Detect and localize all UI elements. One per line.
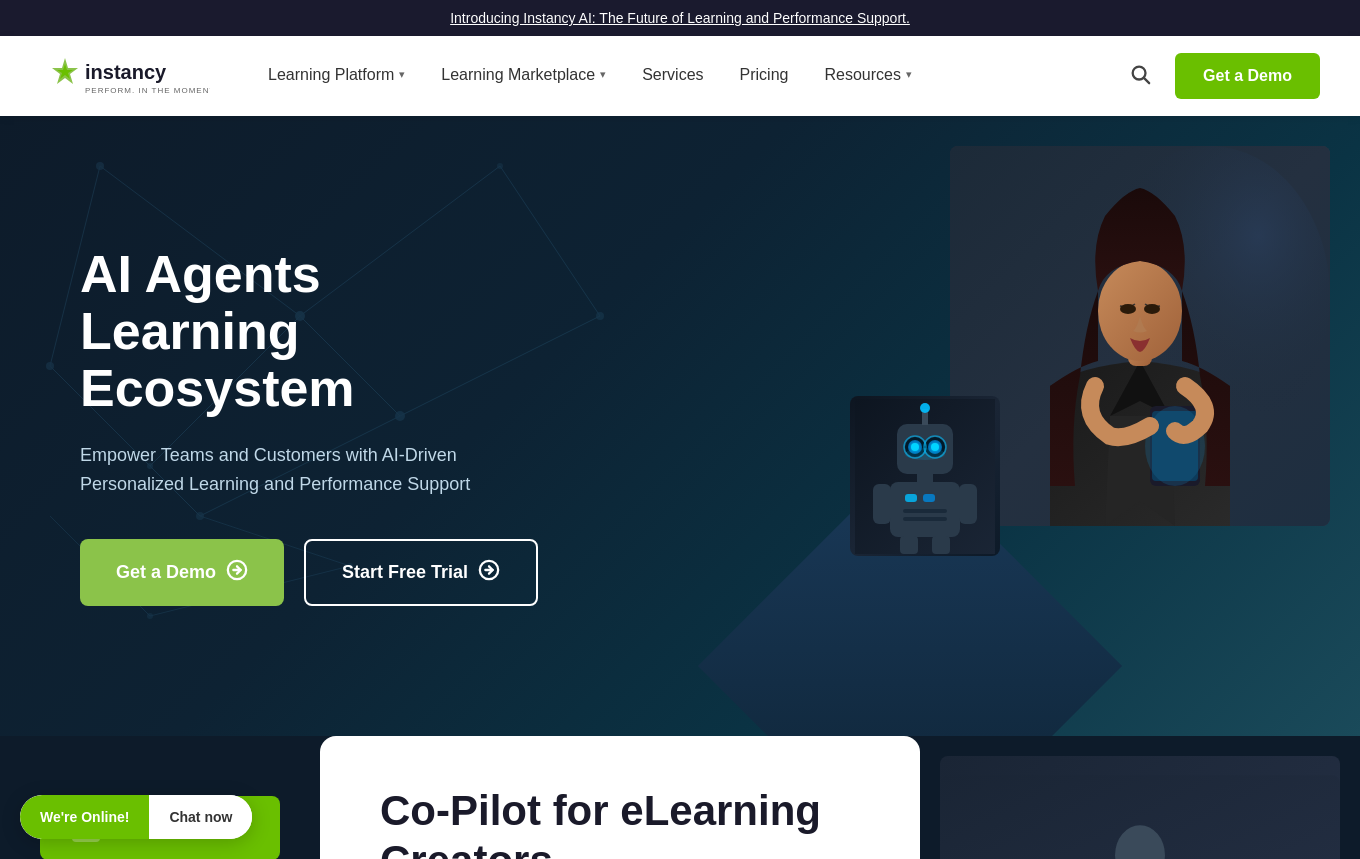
chevron-down-icon: ▾ <box>399 68 405 81</box>
svg-line-5 <box>1144 78 1149 83</box>
nav-resources[interactable]: Resources ▾ <box>806 36 929 116</box>
hero-get-demo-button[interactable]: Get a Demo <box>80 539 284 606</box>
svg-text:PERFORM. IN THE MOMENT: PERFORM. IN THE MOMENT <box>85 86 210 95</box>
svg-rect-54 <box>917 473 933 483</box>
chat-bar: We're Online! Chat now <box>20 795 252 839</box>
hero-buttons: Get a Demo Start Free Trial <box>80 539 540 606</box>
hero-title: AI Agents Learning Ecosystem <box>80 246 540 418</box>
svg-text:instancy: instancy <box>85 61 167 83</box>
svg-point-37 <box>1120 304 1136 314</box>
svg-rect-58 <box>903 509 947 513</box>
search-button[interactable] <box>1121 55 1159 98</box>
nav-learning-platform[interactable]: Learning Platform ▾ <box>250 36 423 116</box>
chevron-down-icon: ▾ <box>600 68 606 81</box>
hero-image-area <box>930 146 1360 566</box>
svg-rect-62 <box>900 536 918 554</box>
hero-subtitle: Empower Teams and Customers with AI-Driv… <box>80 441 540 499</box>
nav-right: Get a Demo <box>1121 53 1320 99</box>
logo[interactable]: instancy PERFORM. IN THE MOMENT <box>40 51 210 101</box>
robot-image <box>850 396 1000 556</box>
hero-section: AI Agents Learning Ecosystem Empower Tea… <box>0 116 1360 736</box>
chat-widget: We're Online! Chat now <box>20 795 252 839</box>
bottom-section-image <box>940 756 1340 859</box>
chevron-down-icon: ▾ <box>906 68 912 81</box>
svg-point-64 <box>905 448 945 460</box>
svg-rect-61 <box>959 484 977 524</box>
chat-now-button[interactable]: Chat now <box>149 795 252 839</box>
hero-content: AI Agents Learning Ecosystem Empower Tea… <box>0 166 620 686</box>
start-free-trial-button[interactable]: Start Free Trial <box>304 539 538 606</box>
nav-services[interactable]: Services <box>624 36 721 116</box>
nav-learning-marketplace[interactable]: Learning Marketplace ▾ <box>423 36 624 116</box>
svg-rect-57 <box>923 494 935 502</box>
arrow-right-icon <box>478 559 500 586</box>
svg-point-38 <box>1144 304 1160 314</box>
svg-rect-59 <box>903 517 947 521</box>
arrow-right-icon <box>226 559 248 586</box>
chat-online-status: We're Online! <box>20 795 149 839</box>
svg-rect-56 <box>905 494 917 502</box>
copilot-title: Co-Pilot for eLearning Creators <box>380 786 860 859</box>
banner-link[interactable]: Introducing Instancy AI: The Future of L… <box>450 10 910 26</box>
svg-rect-60 <box>873 484 891 524</box>
search-icon <box>1129 69 1151 89</box>
bottom-right: Co-Pilot for eLearning Creators Harness … <box>320 736 920 859</box>
navbar-get-demo-button[interactable]: Get a Demo <box>1175 53 1320 99</box>
navbar: instancy PERFORM. IN THE MOMENT Learning… <box>0 36 1360 116</box>
hero-main-image <box>950 146 1330 526</box>
top-banner: Introducing Instancy AI: The Future of L… <box>0 0 1360 36</box>
svg-rect-63 <box>932 536 950 554</box>
nav-pricing[interactable]: Pricing <box>722 36 807 116</box>
svg-point-53 <box>920 403 930 413</box>
nav-links: Learning Platform ▾ Learning Marketplace… <box>250 36 1121 116</box>
